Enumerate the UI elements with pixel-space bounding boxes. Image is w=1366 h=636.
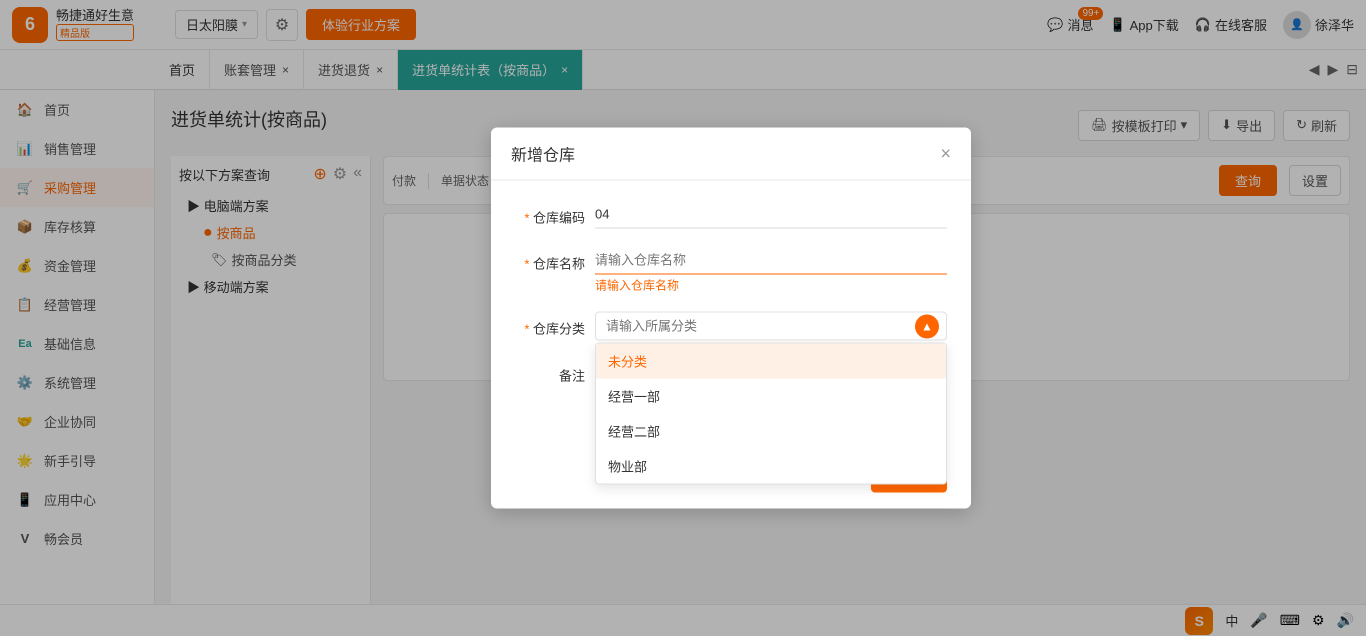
name-error-message: 请输入仓库名称 [595,277,947,294]
name-input-wrap: 请输入仓库名称 [595,247,947,294]
category-dropdown: 未分类 经营一部 经营二部 物业部 [595,343,947,485]
name-label: 仓库名称 [515,247,595,273]
dropdown-item-dept1[interactable]: 经营一部 [596,379,946,414]
warehouse-code-input[interactable] [595,201,947,229]
modal-body: 仓库编码 仓库名称 请输入仓库名称 仓库分类 ▲ 未分类 [491,181,971,445]
modal-header: 新增仓库 × [491,128,971,181]
dropdown-item-property[interactable]: 物业部 [596,449,946,484]
category-label: 仓库分类 [515,312,595,338]
note-label: 备注 [515,359,595,385]
dropdown-item-uncategorized[interactable]: 未分类 [596,344,946,379]
warehouse-code-row: 仓库编码 [515,201,947,229]
warehouse-category-row: 仓库分类 ▲ 未分类 经营一部 经营二部 物业部 [515,312,947,341]
modal-title: 新增仓库 [511,142,575,166]
category-select-wrap: ▲ 未分类 经营一部 经营二部 物业部 [595,312,947,341]
code-input-wrap [595,201,947,229]
category-chevron-icon[interactable]: ▲ [915,314,939,338]
modal-close-button[interactable]: × [940,143,951,164]
warehouse-category-input[interactable] [595,312,947,341]
warehouse-name-row: 仓库名称 请输入仓库名称 [515,247,947,294]
add-warehouse-modal: 新增仓库 × 仓库编码 仓库名称 请输入仓库名称 仓库分类 ▲ [491,128,971,509]
dropdown-item-dept2[interactable]: 经营二部 [596,414,946,449]
warehouse-name-input[interactable] [595,247,947,275]
code-label: 仓库编码 [515,201,595,227]
